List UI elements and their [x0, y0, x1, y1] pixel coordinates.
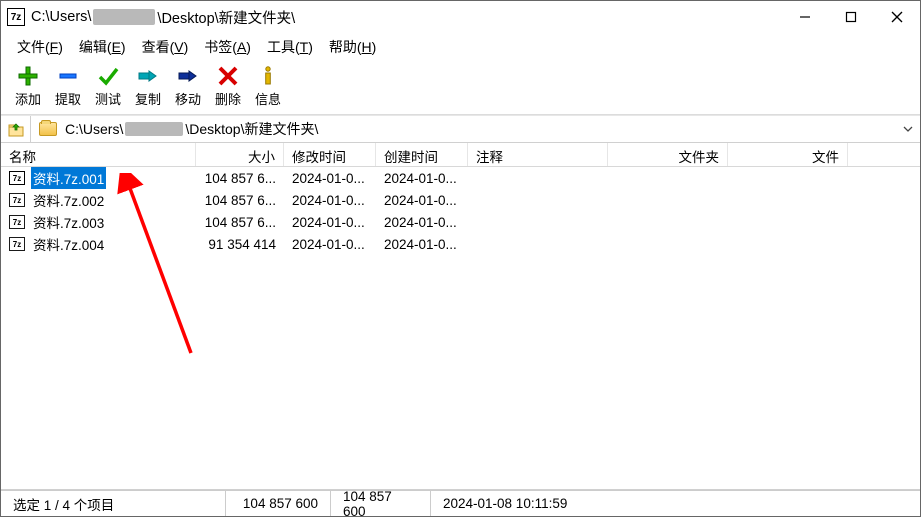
archive-file-icon: 7z: [9, 193, 25, 207]
file-ctime: 2024-01-0...: [376, 171, 468, 186]
archive-file-icon: 7z: [9, 237, 25, 251]
location-suffix: \Desktop\新建文件夹\: [185, 119, 318, 139]
file-name: 资料.7z.002: [31, 189, 106, 211]
title-redacted-user: [93, 9, 155, 25]
status-size2: 104 857 600: [331, 491, 431, 516]
menu-edit[interactable]: 编辑(E): [73, 35, 132, 59]
file-rows: 7z资料.7z.001104 857 6...2024-01-0...2024-…: [1, 167, 920, 489]
file-row[interactable]: 7z资料.7z.001104 857 6...2024-01-0...2024-…: [1, 167, 920, 189]
info-icon: [257, 65, 279, 87]
file-row[interactable]: 7z资料.7z.00491 354 4142024-01-0...2024-01…: [1, 233, 920, 255]
up-folder-icon: [7, 120, 25, 138]
toolbar-test-label: 测试: [95, 89, 121, 108]
app-window: 7z C:\Users\ \Desktop\新建文件夹\ 文件(F) 编辑(E)…: [0, 0, 921, 517]
menu-file[interactable]: 文件(F): [11, 35, 69, 59]
toolbar-extract-label: 提取: [55, 89, 81, 108]
toolbar-add[interactable]: 添加: [11, 65, 45, 108]
col-size[interactable]: 大小: [196, 143, 284, 166]
toolbar-add-label: 添加: [15, 89, 41, 108]
file-list: 名称 大小 修改时间 创建时间 注释 文件夹 文件 7z 资料.7z.001 104…: [1, 143, 920, 490]
col-mtime[interactable]: 修改时间: [284, 143, 376, 166]
file-size: 104 857 6...: [196, 193, 284, 208]
file-mtime: 2024-01-0...: [284, 237, 376, 252]
toolbar-test[interactable]: 测试: [91, 65, 125, 108]
toolbar-info[interactable]: 信息: [251, 65, 285, 108]
location-path[interactable]: C:\Users\ \Desktop\新建文件夹\: [31, 116, 896, 142]
file-name: 资料.7z.003: [31, 211, 106, 233]
col-folder[interactable]: 文件夹: [608, 143, 728, 166]
location-redacted-user: [125, 122, 183, 136]
copy-arrow-icon: [137, 65, 159, 87]
check-icon: [97, 65, 119, 87]
toolbar: 添加 提取 测试 复制 移动: [1, 61, 920, 115]
minus-icon: [57, 65, 79, 87]
file-name: 资料.7z.001: [31, 167, 106, 189]
location-prefix: C:\Users\: [65, 121, 123, 137]
plus-icon: [17, 65, 39, 87]
toolbar-move-label: 移动: [175, 89, 201, 108]
title-bar: 7z C:\Users\ \Desktop\新建文件夹\: [1, 1, 920, 33]
file-size: 104 857 6...: [196, 215, 284, 230]
file-ctime: 2024-01-0...: [376, 193, 468, 208]
status-size1: 104 857 600: [226, 491, 331, 516]
location-bar: C:\Users\ \Desktop\新建文件夹\: [1, 115, 920, 143]
col-name[interactable]: 名称: [1, 143, 196, 166]
app-icon: 7z: [7, 8, 25, 26]
move-arrow-icon: [177, 65, 199, 87]
file-size: 104 857 6...: [196, 171, 284, 186]
delete-x-icon: [217, 65, 239, 87]
folder-icon: [39, 122, 57, 136]
file-size: 91 354 414: [196, 237, 284, 252]
menu-bar: 文件(F) 编辑(E) 查看(V) 书签(A) 工具(T) 帮助(H): [1, 33, 920, 61]
archive-file-icon: 7z: [9, 171, 25, 185]
status-selection: 选定 1 / 4 个项目: [1, 491, 226, 516]
toolbar-copy-label: 复制: [135, 89, 161, 108]
toolbar-copy[interactable]: 复制: [131, 65, 165, 108]
toolbar-delete[interactable]: 删除: [211, 65, 245, 108]
status-bar: 选定 1 / 4 个项目 104 857 600 104 857 600 202…: [1, 490, 920, 516]
file-mtime: 2024-01-0...: [284, 215, 376, 230]
column-headers: 名称 大小 修改时间 创建时间 注释 文件夹 文件: [1, 143, 920, 167]
file-mtime: 2024-01-0...: [284, 193, 376, 208]
toolbar-move[interactable]: 移动: [171, 65, 205, 108]
file-row[interactable]: 7z资料.7z.002104 857 6...2024-01-0...2024-…: [1, 189, 920, 211]
menu-bookmark[interactable]: 书签(A): [198, 35, 257, 59]
title-path-prefix: C:\Users\: [31, 9, 91, 25]
file-ctime: 2024-01-0...: [376, 215, 468, 230]
toolbar-info-label: 信息: [255, 89, 281, 108]
close-button[interactable]: [874, 1, 920, 33]
toolbar-extract[interactable]: 提取: [51, 65, 85, 108]
chevron-down-icon: [903, 124, 913, 134]
file-mtime: 2024-01-0...: [284, 171, 376, 186]
col-file[interactable]: 文件: [728, 143, 848, 166]
archive-file-icon: 7z: [9, 215, 25, 229]
col-comment[interactable]: 注释: [468, 143, 608, 166]
nav-up-button[interactable]: [1, 116, 31, 142]
file-row[interactable]: 7z资料.7z.003104 857 6...2024-01-0...2024-…: [1, 211, 920, 233]
menu-help[interactable]: 帮助(H): [323, 35, 382, 59]
status-timestamp: 2024-01-08 10:11:59: [431, 491, 920, 516]
minimize-button[interactable]: [782, 1, 828, 33]
location-dropdown[interactable]: [896, 116, 920, 142]
window-controls: [782, 1, 920, 33]
col-ctime[interactable]: 创建时间: [376, 143, 468, 166]
toolbar-delete-label: 删除: [215, 89, 241, 108]
file-name: 资料.7z.004: [31, 233, 106, 255]
menu-view[interactable]: 查看(V): [136, 35, 195, 59]
title-path-suffix: \Desktop\新建文件夹\: [157, 7, 295, 28]
maximize-button[interactable]: [828, 1, 874, 33]
file-ctime: 2024-01-0...: [376, 237, 468, 252]
menu-tools[interactable]: 工具(T): [261, 35, 319, 59]
